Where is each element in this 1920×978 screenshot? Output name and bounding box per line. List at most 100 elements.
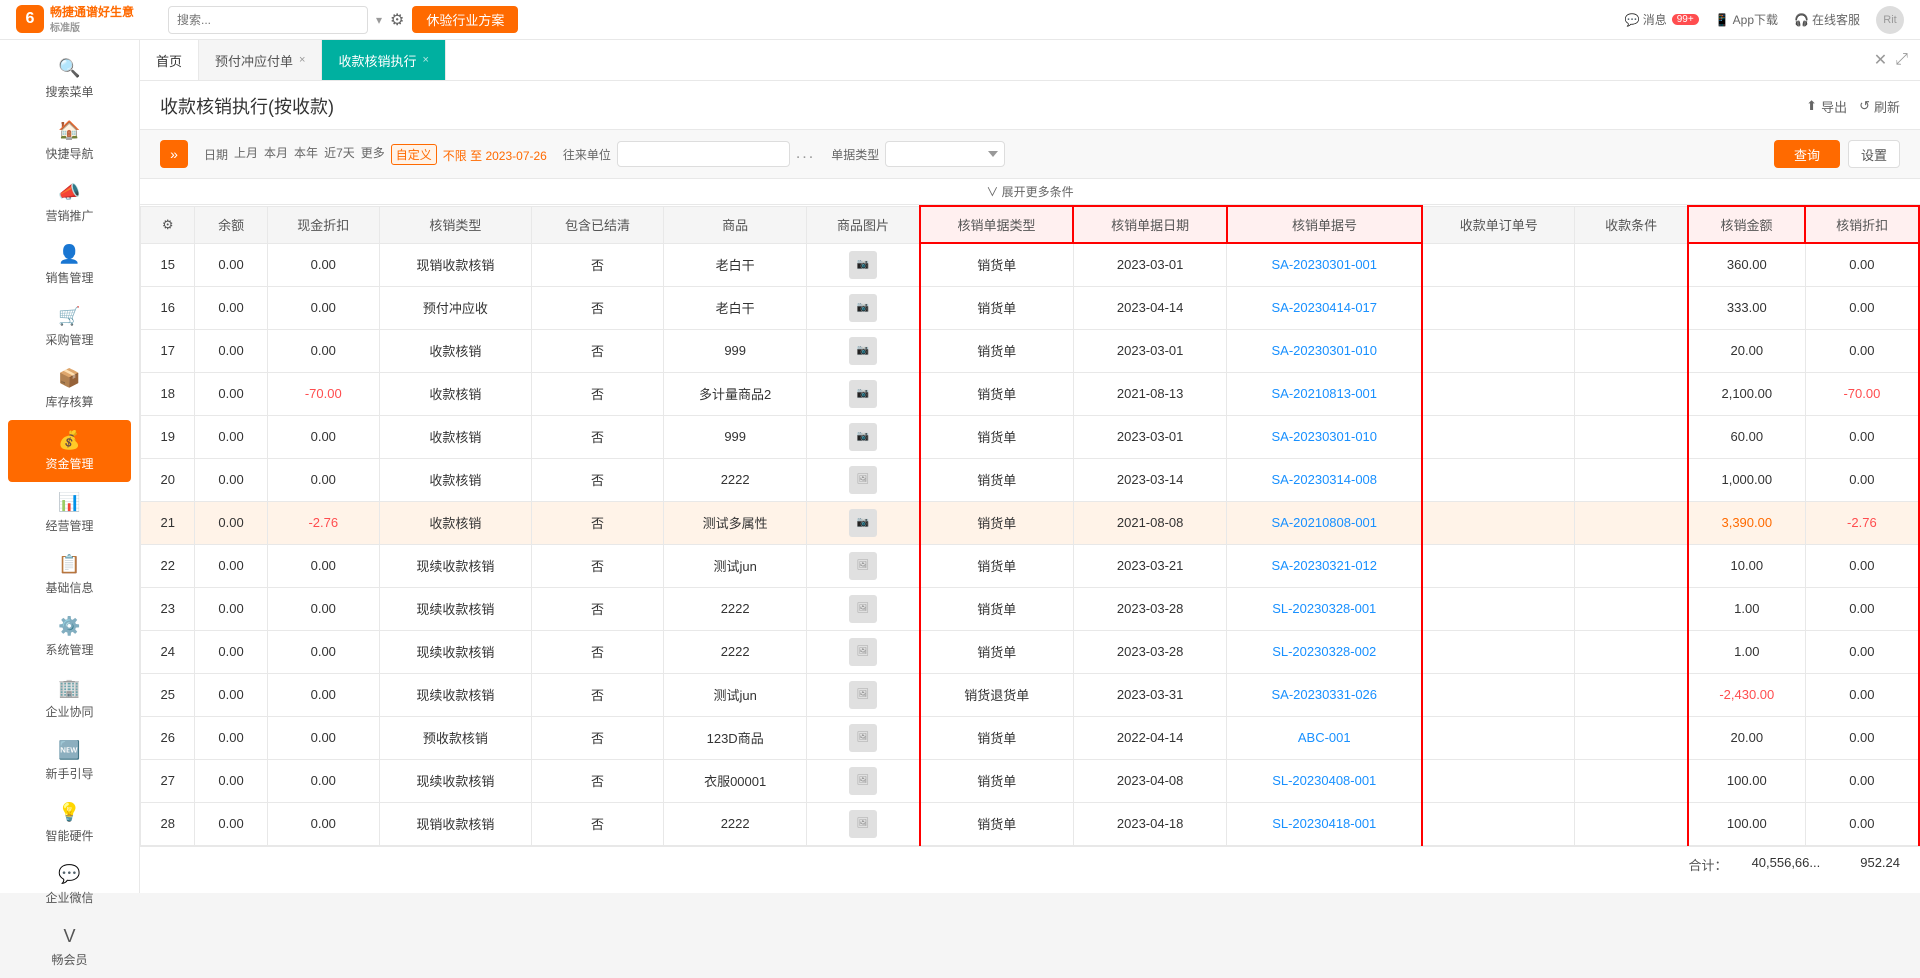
sidebar-item-system[interactable]: ⚙️ 系统管理 (0, 606, 139, 668)
search-dropdown-arrow[interactable]: ▾ (376, 13, 382, 27)
col-header-bill-no[interactable]: 核销单据号 (1227, 206, 1422, 243)
data-table-container[interactable]: ⚙ 余额 现金折扣 核销类型 包含已结清 商品 商品图片 核销单据类型 核销单据… (140, 205, 1920, 893)
tab-expand-icon[interactable]: ⤢ (1895, 51, 1908, 69)
sidebar-item-beginner[interactable]: 🆕 新手引导 (0, 730, 139, 792)
cell-product: 999 (664, 329, 807, 372)
refresh-button[interactable]: ↺ 刷新 (1859, 97, 1900, 116)
sidebar-item-operations[interactable]: 📊 经营管理 (0, 482, 139, 544)
cell-bill-no[interactable]: SA-20230301-010 (1227, 329, 1422, 372)
sidebar-item-search-menu[interactable]: 🔍 搜索菜单 (0, 48, 139, 110)
cell-bill-no[interactable]: SA-20210813-001 (1227, 372, 1422, 415)
cell-bill-no[interactable]: SA-20230331-026 (1227, 673, 1422, 716)
message-icon: 💬 (1625, 13, 1640, 27)
cell-bill-type: 销货单 (920, 587, 1074, 630)
sidebar-item-sales[interactable]: 👤 销售管理 (0, 234, 139, 296)
col-header-gear[interactable]: ⚙ (141, 206, 195, 243)
messages-link[interactable]: 💬 消息 99+ (1625, 11, 1699, 28)
sidebar-item-finance[interactable]: 💰 资金管理 (8, 420, 131, 482)
filter-date-this-year[interactable]: 本年 (294, 144, 318, 165)
filter-unit-dots: ... (796, 145, 815, 163)
sidebar-item-member[interactable]: V 畅会员 (0, 916, 139, 978)
bill-no-link[interactable]: SA-20230301-010 (1271, 343, 1377, 358)
bill-no-link[interactable]: ABC-001 (1298, 730, 1351, 745)
sidebar-item-basic-info[interactable]: 📋 基础信息 (0, 544, 139, 606)
col-header-receipt-order[interactable]: 收款单订单号 (1422, 206, 1575, 243)
filter-settings-button[interactable]: 设置 (1848, 140, 1900, 168)
page-title-row: 收款核销执行(按收款) ⬆ 导出 ↺ 刷新 (160, 93, 1900, 119)
tab-prepay-close[interactable]: × (299, 54, 305, 66)
cell-bill-no[interactable]: SL-20230408-001 (1227, 759, 1422, 802)
app-download-link[interactable]: 📱 App下载 (1715, 11, 1778, 28)
cell-writeoff-discount: -2.76 (1805, 501, 1919, 544)
sidebar-item-purchase[interactable]: 🛒 采购管理 (0, 296, 139, 358)
cell-bill-no[interactable]: SL-20230328-002 (1227, 630, 1422, 673)
col-header-receipt-condition[interactable]: 收款条件 (1575, 206, 1688, 243)
tab-home[interactable]: 首页 (140, 40, 199, 80)
sidebar-item-enterprise[interactable]: 🏢 企业协同 (0, 668, 139, 730)
col-header-bill-type[interactable]: 核销单据类型 (920, 206, 1074, 243)
bill-no-link[interactable]: SL-20230328-001 (1272, 601, 1376, 616)
export-button[interactable]: ⬆ 导出 (1806, 97, 1847, 116)
filter-bill-type-select[interactable] (885, 141, 1005, 167)
bill-no-link[interactable]: SL-20230418-001 (1272, 816, 1376, 831)
table-row: 20 0.00 0.00 收款核销 否 2222 🖼 销货单 2023-03-1… (141, 458, 1920, 501)
tab-prepay[interactable]: 预付冲应付单 × (199, 40, 322, 80)
bill-no-link[interactable]: SL-20230408-001 (1272, 773, 1376, 788)
bill-no-link[interactable]: SA-20230301-010 (1271, 429, 1377, 444)
col-header-cash-discount[interactable]: 现金折扣 (267, 206, 379, 243)
cell-writeoff-amount: 1,000.00 (1688, 458, 1805, 501)
bill-no-link[interactable]: SA-20210813-001 (1271, 386, 1377, 401)
bill-no-link[interactable]: SL-20230328-002 (1272, 644, 1376, 659)
bill-no-link[interactable]: SA-20230314-008 (1271, 472, 1377, 487)
col-header-writeoff-discount[interactable]: 核销折扣 (1805, 206, 1919, 243)
bill-no-link[interactable]: SA-20230301-001 (1271, 257, 1377, 272)
cell-bill-no[interactable]: SA-20230314-008 (1227, 458, 1422, 501)
cell-writeoff-type: 预收款核销 (379, 716, 531, 759)
sidebar-item-wechat[interactable]: 💬 企业微信 (0, 854, 139, 916)
cell-bill-no[interactable]: SA-20230301-010 (1227, 415, 1422, 458)
sidebar-item-quick-nav[interactable]: 🏠 快捷导航 (0, 110, 139, 172)
cell-bill-no[interactable]: ABC-001 (1227, 716, 1422, 759)
filter-date-7days[interactable]: 近7天 (324, 144, 355, 165)
cell-bill-no[interactable]: SL-20230418-001 (1227, 802, 1422, 845)
sidebar-item-marketing[interactable]: 📣 营销推广 (0, 172, 139, 234)
cell-bill-no[interactable]: SA-20230414-017 (1227, 286, 1422, 329)
filter-unit-input[interactable] (617, 141, 790, 167)
cell-bill-no[interactable]: SL-20230328-001 (1227, 587, 1422, 630)
col-header-writeoff-type[interactable]: 核销类型 (379, 206, 531, 243)
col-header-product[interactable]: 商品 (664, 206, 807, 243)
query-button[interactable]: 查询 (1774, 140, 1840, 168)
industry-solution-button[interactable]: 休验行业方案 (412, 6, 518, 33)
sidebar-item-inventory[interactable]: 📦 库存核算 (0, 358, 139, 420)
bill-no-link[interactable]: SA-20230414-017 (1271, 300, 1377, 315)
bill-no-link[interactable]: SA-20230321-012 (1271, 558, 1377, 573)
col-header-writeoff-amount[interactable]: 核销金额 (1688, 206, 1805, 243)
user-avatar[interactable]: Rit (1876, 6, 1904, 34)
top-search-input[interactable] (168, 6, 368, 34)
cell-bill-no[interactable]: SA-20230301-001 (1227, 243, 1422, 286)
cell-bill-no[interactable]: SA-20210808-001 (1227, 501, 1422, 544)
filter-date-last-month[interactable]: 上月 (234, 144, 258, 165)
bill-no-link[interactable]: SA-20230331-026 (1271, 687, 1377, 702)
col-header-product-image[interactable]: 商品图片 (807, 206, 920, 243)
col-header-balance[interactable]: 余额 (195, 206, 267, 243)
cell-writeoff-amount: -2,430.00 (1688, 673, 1805, 716)
cart-icon: 🛒 (58, 306, 80, 327)
filter-date-this-month[interactable]: 本月 (264, 144, 288, 165)
cell-product: 老白干 (664, 286, 807, 329)
col-header-include-cleared[interactable]: 包含已结清 (531, 206, 663, 243)
online-service-link[interactable]: 🎧 在线客服 (1794, 11, 1860, 28)
col-header-bill-date[interactable]: 核销单据日期 (1073, 206, 1227, 243)
expand-more-link[interactable]: ∨ 展开更多条件 (986, 183, 1073, 200)
sidebar-item-smart-hardware[interactable]: 💡 智能硬件 (0, 792, 139, 854)
filter-date-custom[interactable]: 自定义 (391, 144, 437, 165)
tab-close-all-icon[interactable]: ✕ (1874, 50, 1887, 70)
tab-collection-close[interactable]: × (422, 54, 428, 66)
filter-date-more[interactable]: 更多 (361, 144, 385, 165)
tab-collection[interactable]: 收款核销执行 × (322, 40, 445, 80)
bill-no-link[interactable]: SA-20210808-001 (1271, 515, 1377, 530)
filter-expand-button[interactable]: » (160, 140, 188, 168)
settings-gear-icon[interactable]: ⚙ (390, 10, 404, 30)
cell-bill-no[interactable]: SA-20230321-012 (1227, 544, 1422, 587)
table-row: 26 0.00 0.00 预收款核销 否 123D商品 🖼 销货单 2022-0… (141, 716, 1920, 759)
